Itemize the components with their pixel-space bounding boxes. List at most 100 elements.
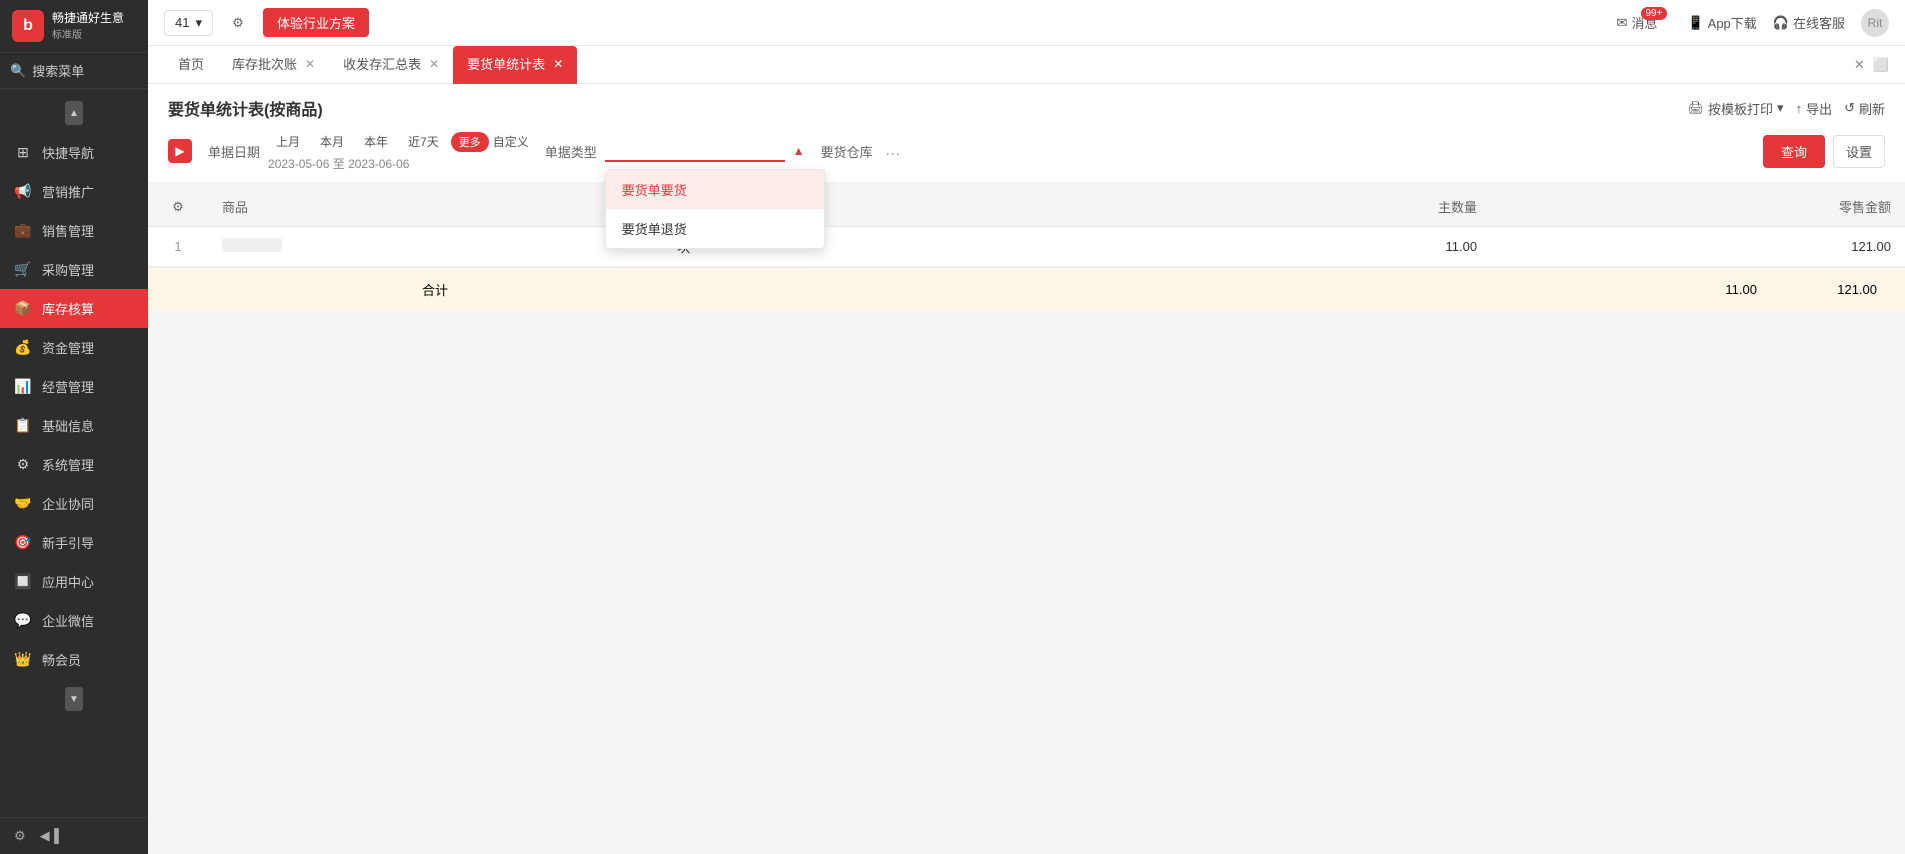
query-btn[interactable]: 查询 — [1763, 135, 1825, 168]
dropdown-item-requisition[interactable]: 要货单要货 — [606, 170, 824, 209]
sidebar-item-sales[interactable]: 💼 销售管理 — [0, 211, 148, 250]
dropdown-item-return[interactable]: 要货单退货 — [606, 209, 824, 248]
sidebar-item-label: 资金管理 — [42, 338, 94, 357]
settings-btn[interactable]: 设置 — [1833, 135, 1885, 168]
row-quantity: 11.00 — [1144, 227, 1491, 267]
date-btn-custom[interactable]: 自定义 — [493, 133, 529, 150]
sidebar-item-operation[interactable]: 📊 经营管理 — [0, 367, 148, 406]
app-download[interactable]: 📱 App下载 — [1687, 13, 1756, 32]
sidebar-item-purchase[interactable]: 🛒 采购管理 — [0, 250, 148, 289]
col-amount-header: 零售金额 — [1491, 187, 1905, 227]
online-service[interactable]: 🎧 在线客服 — [1773, 13, 1845, 32]
sidebar-item-quick-nav[interactable]: ⊞ 快捷导航 — [0, 133, 148, 172]
sidebar-item-enterprise[interactable]: 🤝 企业协同 — [0, 484, 148, 523]
summary-label: 合计 — [422, 280, 448, 299]
sidebar-item-label: 新手引导 — [42, 533, 94, 552]
summary-qty: 11.00 — [1651, 282, 1771, 297]
filter-actions: 查询 设置 — [1763, 135, 1885, 168]
type-chevron-icon[interactable]: ▲ — [793, 144, 805, 158]
sidebar-item-label: 应用中心 — [42, 572, 94, 591]
sidebar-item-basic[interactable]: 📋 基础信息 — [0, 406, 148, 445]
operation-icon: 📊 — [14, 378, 32, 396]
tab-home[interactable]: 首页 — [164, 46, 218, 84]
sidebar-scroll-up[interactable]: ▲ — [65, 101, 83, 125]
tab-expand-icon[interactable]: ⬜ — [1873, 57, 1889, 73]
logo-sub: 标准版 — [52, 26, 124, 41]
col-qty-header: 主数量 — [1144, 187, 1491, 227]
template-chevron-icon: ▾ — [1777, 100, 1784, 116]
sidebar-item-label: 企业协同 — [42, 494, 94, 513]
warehouse-filter-group: 要货仓库 … — [821, 142, 901, 161]
sidebar-item-finance[interactable]: 💰 资金管理 — [0, 328, 148, 367]
table-gear-icon[interactable]: ⚙ — [172, 199, 184, 214]
tab-summary-label: 收发存汇总表 — [343, 54, 421, 73]
table-settings-col[interactable]: ⚙ — [148, 187, 208, 227]
sidebar-item-member[interactable]: 👑 畅会员 — [0, 640, 148, 679]
quick-nav-icon: ⊞ — [14, 144, 32, 162]
messages-badge[interactable]: ✉ 消息 99+ — [1617, 13, 1658, 32]
page-content: 要货单统计表(按商品) 🖨 按模板打印 ▾ ↑ 导出 ↺ 刷新 ▶ — [148, 84, 1905, 854]
date-btn-this-year[interactable]: 本年 — [356, 130, 396, 153]
date-filter-label: 单据日期 — [208, 142, 260, 161]
type-input[interactable] — [605, 141, 785, 162]
page-title: 要货单统计表(按商品) — [168, 96, 323, 120]
sidebar-item-system[interactable]: ⚙ 系统管理 — [0, 445, 148, 484]
date-btn-7days[interactable]: 近7天 — [400, 130, 447, 153]
tab-summary-close-icon[interactable]: ✕ — [429, 57, 439, 71]
sidebar-item-inventory[interactable]: 📦 库存核算 — [0, 289, 148, 328]
industry-btn[interactable]: 体验行业方案 — [263, 8, 369, 37]
logo-icon: b — [12, 10, 44, 42]
tab-summary[interactable]: 收发存汇总表 ✕ — [329, 46, 453, 84]
sidebar-item-label: 销售管理 — [42, 221, 94, 240]
system-icon: ⚙ — [14, 456, 32, 474]
page-header: 要货单统计表(按商品) 🖨 按模板打印 ▾ ↑ 导出 ↺ 刷新 — [148, 84, 1905, 120]
sidebar-item-label: 库存核算 — [42, 299, 94, 318]
export-btn[interactable]: ↑ 导出 — [1796, 99, 1833, 118]
sidebar-item-label: 快捷导航 — [42, 143, 94, 162]
export-icon: ↑ — [1796, 101, 1803, 116]
refresh-icon: ↺ — [1844, 100, 1855, 116]
search-label: 搜索菜单 — [32, 61, 84, 80]
sales-icon: 💼 — [14, 222, 32, 240]
tab-order-stats-label: 要货单统计表 — [467, 54, 545, 73]
sidebar-settings-icon[interactable]: ⚙ — [14, 828, 26, 844]
date-range-value: 2023-05-06 至 2023-06-06 — [268, 155, 529, 172]
tab-batch[interactable]: 库存批次账 ✕ — [218, 46, 329, 84]
type-dropdown: 要货单要货 要货单退货 — [605, 169, 825, 249]
finance-icon: 💰 — [14, 339, 32, 357]
row-amount: 121.00 — [1491, 227, 1905, 267]
warehouse-more-icon[interactable]: … — [885, 142, 901, 160]
date-btn-more[interactable]: 更多 — [451, 132, 489, 152]
sidebar-scroll-down[interactable]: ▼ — [65, 687, 83, 711]
sidebar-item-label: 企业微信 — [42, 611, 94, 630]
tab-close-all-icon[interactable]: ✕ — [1854, 57, 1865, 73]
member-icon: 👑 — [14, 651, 32, 669]
table-wrap: ⚙ 商品 主计量单位 主数量 零售金额 1 块 11.00 121.00 — [148, 187, 1905, 267]
sidebar: b 畅捷通好生意 标准版 🔍 搜索菜单 ▲ ⊞ 快捷导航 📢 营销推广 💼 销售… — [0, 0, 148, 854]
tab-order-stats-close-icon[interactable]: ✕ — [553, 57, 563, 71]
search-icon: 🔍 — [10, 63, 26, 79]
sidebar-search[interactable]: 🔍 搜索菜单 — [0, 53, 148, 89]
filter-toggle-btn[interactable]: ▶ — [168, 139, 192, 163]
sidebar-item-marketing[interactable]: 📢 营销推广 — [0, 172, 148, 211]
date-btn-this-month[interactable]: 本月 — [312, 130, 352, 153]
warehouse-filter-label: 要货仓库 — [821, 142, 873, 161]
purchase-icon: 🛒 — [14, 261, 32, 279]
user-avatar[interactable]: Rit — [1861, 9, 1889, 37]
tab-bar: 首页 库存批次账 ✕ 收发存汇总表 ✕ 要货单统计表 ✕ ✕ ⬜ — [148, 46, 1905, 84]
sidebar-collapse-icon[interactable]: ◀▐ — [40, 828, 59, 844]
template-print-btn[interactable]: 🖨 按模板打印 ▾ — [1688, 99, 1784, 118]
sidebar-item-apps[interactable]: 🔲 应用中心 — [0, 562, 148, 601]
tenant-selector[interactable]: 41 ▾ — [164, 10, 213, 36]
tab-order-stats[interactable]: 要货单统计表 ✕ — [453, 46, 577, 84]
settings-icon[interactable]: ⚙ — [225, 10, 251, 36]
sidebar-item-guide[interactable]: 🎯 新手引导 — [0, 523, 148, 562]
enterprise-icon: 🤝 — [14, 495, 32, 513]
date-btn-last-month[interactable]: 上月 — [268, 130, 308, 153]
sidebar-item-wechat[interactable]: 💬 企业微信 — [0, 601, 148, 640]
basic-icon: 📋 — [14, 417, 32, 435]
refresh-btn[interactable]: ↺ 刷新 — [1844, 99, 1885, 118]
type-filter-label: 单据类型 — [545, 142, 597, 161]
table-row: 1 块 11.00 121.00 — [148, 227, 1905, 267]
tab-batch-close-icon[interactable]: ✕ — [305, 57, 315, 71]
